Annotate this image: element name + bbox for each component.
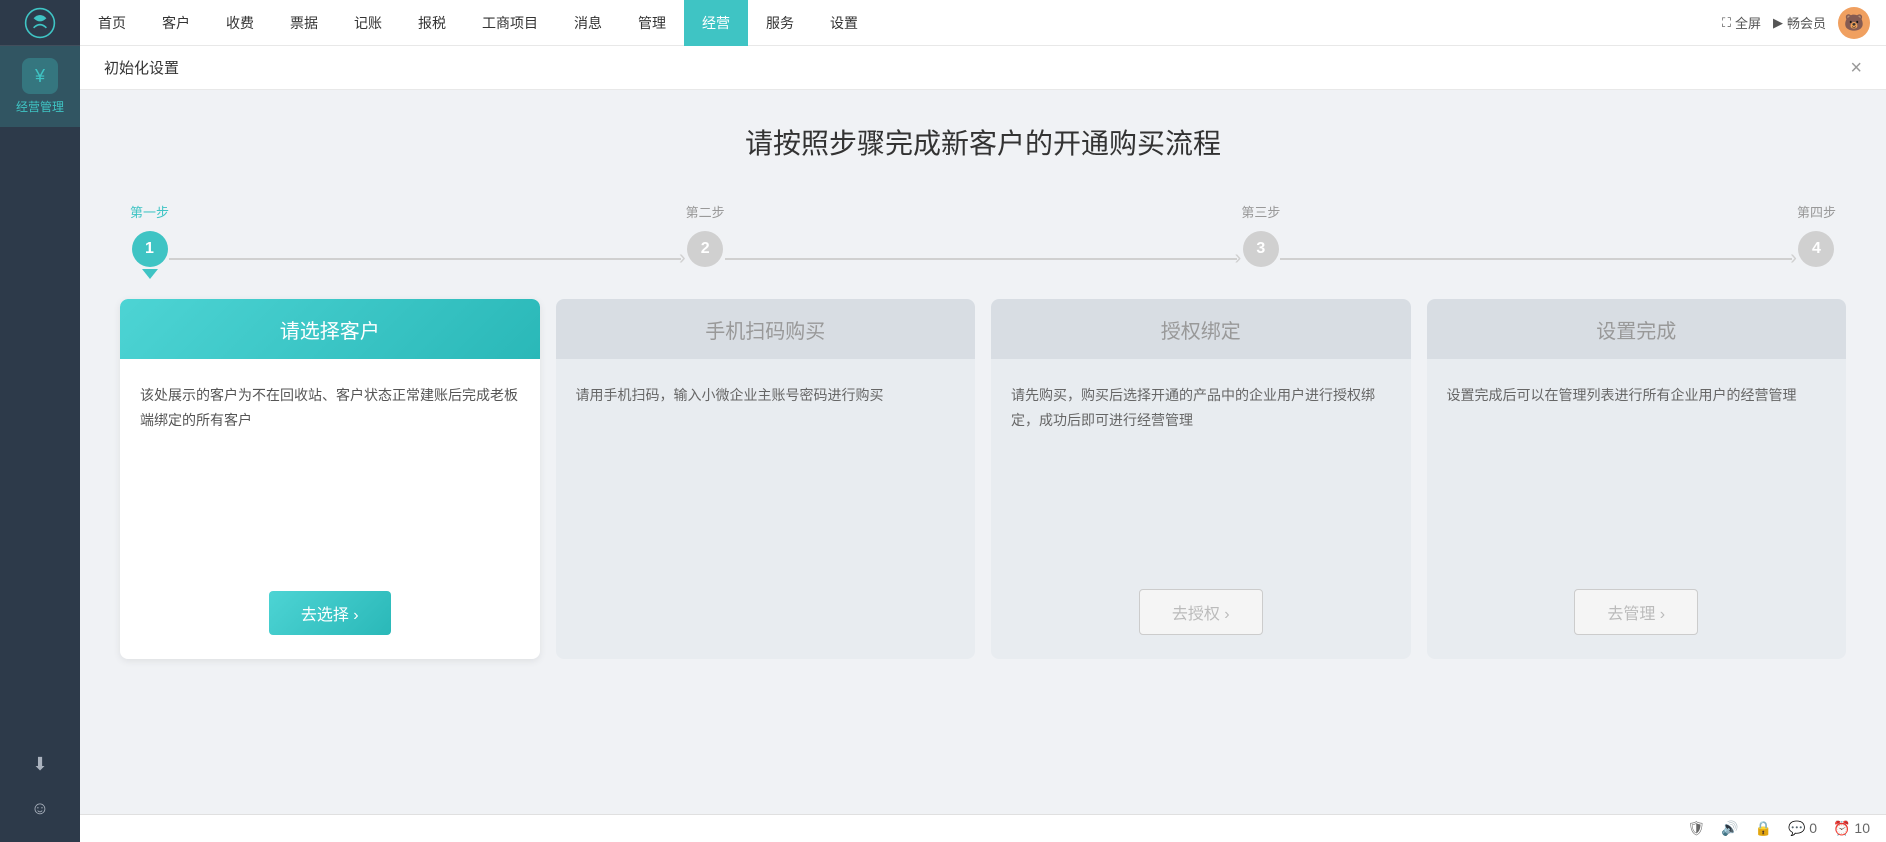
step-2-pointer	[697, 269, 713, 279]
step-2-indicator: 第二步 2	[686, 202, 725, 279]
go-manage-label: 去管理 ›	[1607, 600, 1665, 624]
card-2-body: 请用手机扫码，输入小微企业主账号密码进行购买	[556, 359, 976, 619]
sidebar-item-label: 经营管理	[16, 98, 64, 115]
step-1-indicator: 第一步 1	[130, 202, 169, 279]
nav-message[interactable]: 消息	[556, 0, 620, 46]
nav-invoice[interactable]: 票据	[272, 0, 336, 46]
go-manage-button[interactable]: 去管理 ›	[1574, 589, 1698, 635]
card-2-footer	[556, 619, 976, 659]
main-content: 初始化设置 × 请按照步骤完成新客户的开通购买流程 第一步 1 › 第二步 2	[80, 46, 1886, 814]
top-nav: 首页 客户 收费 票据 记账 报税 工商项目 消息 管理 经营 服务 设置 ⛶ …	[80, 0, 1886, 46]
operations-icon: ¥	[22, 58, 58, 94]
lock-icon: 🔒	[1755, 820, 1772, 837]
card-3-text: 请先购买，购买后选择开通的产品中的企业用户进行授权绑定，成功后即可进行经营管理	[1011, 387, 1375, 428]
sidebar-logo	[0, 0, 80, 46]
content-area: 请按照步骤完成新客户的开通购买流程 第一步 1 › 第二步 2	[80, 90, 1886, 691]
card-3-header: 授权绑定	[991, 299, 1411, 359]
main-title: 请按照步骤完成新客户的开通购买流程	[120, 122, 1846, 162]
connector-line	[725, 258, 1237, 260]
connector-line	[1280, 258, 1792, 260]
fullscreen-button[interactable]: ⛶ 全屏	[1722, 13, 1761, 32]
step-3-pointer	[1253, 269, 1269, 279]
card-3-footer: 去授权 ›	[991, 573, 1411, 659]
step-2-circle: 2	[687, 231, 723, 267]
nav-business[interactable]: 工商项目	[464, 0, 556, 46]
step-1-label: 第一步	[130, 202, 169, 221]
nav-service[interactable]: 服务	[748, 0, 812, 46]
nav-manage[interactable]: 管理	[620, 0, 684, 46]
card-1-header: 请选择客户	[120, 299, 540, 359]
card-1-title: 请选择客户	[280, 315, 380, 344]
nav-tax[interactable]: 报税	[400, 0, 464, 46]
nav-right-area: ⛶ 全屏 ▶ 畅会员 🐻	[1722, 7, 1886, 39]
page-header: 初始化设置 ×	[80, 46, 1886, 90]
connector-1-2: ›	[169, 247, 686, 270]
card-4-body: 设置完成后可以在管理列表进行所有企业用户的经营管理	[1427, 359, 1847, 573]
chat-icon: 💬 0	[1788, 820, 1817, 837]
card-2-text: 请用手机扫码，输入小微企业主账号密码进行购买	[576, 387, 884, 403]
go-select-label: 去选择 ›	[301, 601, 359, 625]
card-1-body: 该处展示的客户为不在回收站、客户状态正常建账后完成老板端绑定的所有客户	[120, 359, 540, 575]
status-bar-right: 🛡 🔊 🔒 💬 0 ⏰ 10	[1687, 820, 1870, 837]
vip-icon: ▶	[1773, 15, 1783, 31]
vip-label: 畅会员	[1787, 13, 1826, 32]
fullscreen-label: 全屏	[1735, 13, 1761, 32]
card-4-text: 设置完成后可以在管理列表进行所有企业用户的经营管理	[1447, 387, 1797, 403]
card-4-title: 设置完成	[1596, 315, 1676, 344]
connector-3-4: ›	[1280, 247, 1797, 270]
step-card-2: 手机扫码购买 请用手机扫码，输入小微企业主账号密码进行购买	[556, 299, 976, 659]
card-4-header: 设置完成	[1427, 299, 1847, 359]
step-1-pointer	[142, 269, 158, 279]
go-authorize-label: 去授权 ›	[1172, 600, 1230, 624]
connector-line	[169, 258, 681, 260]
nav-home[interactable]: 首页	[80, 0, 144, 46]
nav-settings[interactable]: 设置	[812, 0, 876, 46]
card-3-body: 请先购买，购买后选择开通的产品中的企业用户进行授权绑定，成功后即可进行经营管理	[991, 359, 1411, 573]
sidebar: ¥ 经营管理 ⬇ ☺	[0, 0, 80, 842]
nav-operations[interactable]: 经营	[684, 0, 748, 46]
card-2-header: 手机扫码购买	[556, 299, 976, 359]
page-title: 初始化设置	[104, 57, 179, 78]
download-icon[interactable]: ⬇	[22, 746, 58, 782]
clock-icon: ⏰ 10	[1833, 820, 1870, 837]
support-icon[interactable]: ☺	[22, 790, 58, 826]
step-3-indicator: 第三步 3	[1241, 202, 1280, 279]
step-1-circle: 1	[132, 231, 168, 267]
step-card-3: 授权绑定 请先购买，购买后选择开通的产品中的企业用户进行授权绑定，成功后即可进行…	[991, 299, 1411, 659]
card-2-title: 手机扫码购买	[705, 315, 825, 344]
step-card-4: 设置完成 设置完成后可以在管理列表进行所有企业用户的经营管理 去管理 ›	[1427, 299, 1847, 659]
step-3-label: 第三步	[1241, 202, 1280, 221]
arrow-icon: ›	[679, 247, 686, 270]
shield-icon: 🛡	[1687, 820, 1705, 837]
card-1-footer: 去选择 ›	[120, 575, 540, 659]
avatar[interactable]: 🐻	[1838, 7, 1870, 39]
sidebar-item-operations[interactable]: ¥ 经营管理	[0, 46, 80, 127]
step-cards: 请选择客户 该处展示的客户为不在回收站、客户状态正常建账后完成老板端绑定的所有客…	[120, 299, 1846, 659]
arrow-icon: ›	[1790, 247, 1797, 270]
step-4-label: 第四步	[1797, 202, 1836, 221]
card-3-title: 授权绑定	[1161, 315, 1241, 344]
step-4-indicator: 第四步 4	[1797, 202, 1836, 279]
arrow-icon: ›	[1235, 247, 1242, 270]
fullscreen-icon: ⛶	[1722, 15, 1731, 31]
sidebar-bottom: ⬇ ☺	[22, 746, 58, 842]
steps-indicator: 第一步 1 › 第二步 2 › 第三步 3	[120, 202, 1846, 279]
card-1-text: 该处展示的客户为不在回收站、客户状态正常建账后完成老板端绑定的所有客户	[140, 387, 518, 428]
go-select-button[interactable]: 去选择 ›	[269, 591, 391, 635]
step-card-1: 请选择客户 该处展示的客户为不在回收站、客户状态正常建账后完成老板端绑定的所有客…	[120, 299, 540, 659]
nav-client[interactable]: 客户	[144, 0, 208, 46]
nav-bookkeeping[interactable]: 记账	[336, 0, 400, 46]
vip-button[interactable]: ▶ 畅会员	[1773, 13, 1826, 32]
nav-billing[interactable]: 收费	[208, 0, 272, 46]
go-authorize-button[interactable]: 去授权 ›	[1139, 589, 1263, 635]
status-bar: ▶ 完成 🛡 🔊 🔒 💬 0 ⏰ 10	[0, 814, 1886, 842]
step-4-pointer	[1808, 269, 1824, 279]
step-2-label: 第二步	[686, 202, 725, 221]
card-4-footer: 去管理 ›	[1427, 573, 1847, 659]
step-4-circle: 4	[1798, 231, 1834, 267]
close-button[interactable]: ×	[1850, 58, 1862, 78]
connector-2-3: ›	[725, 247, 1242, 270]
volume-icon: 🔊	[1721, 820, 1738, 837]
step-3-circle: 3	[1243, 231, 1279, 267]
